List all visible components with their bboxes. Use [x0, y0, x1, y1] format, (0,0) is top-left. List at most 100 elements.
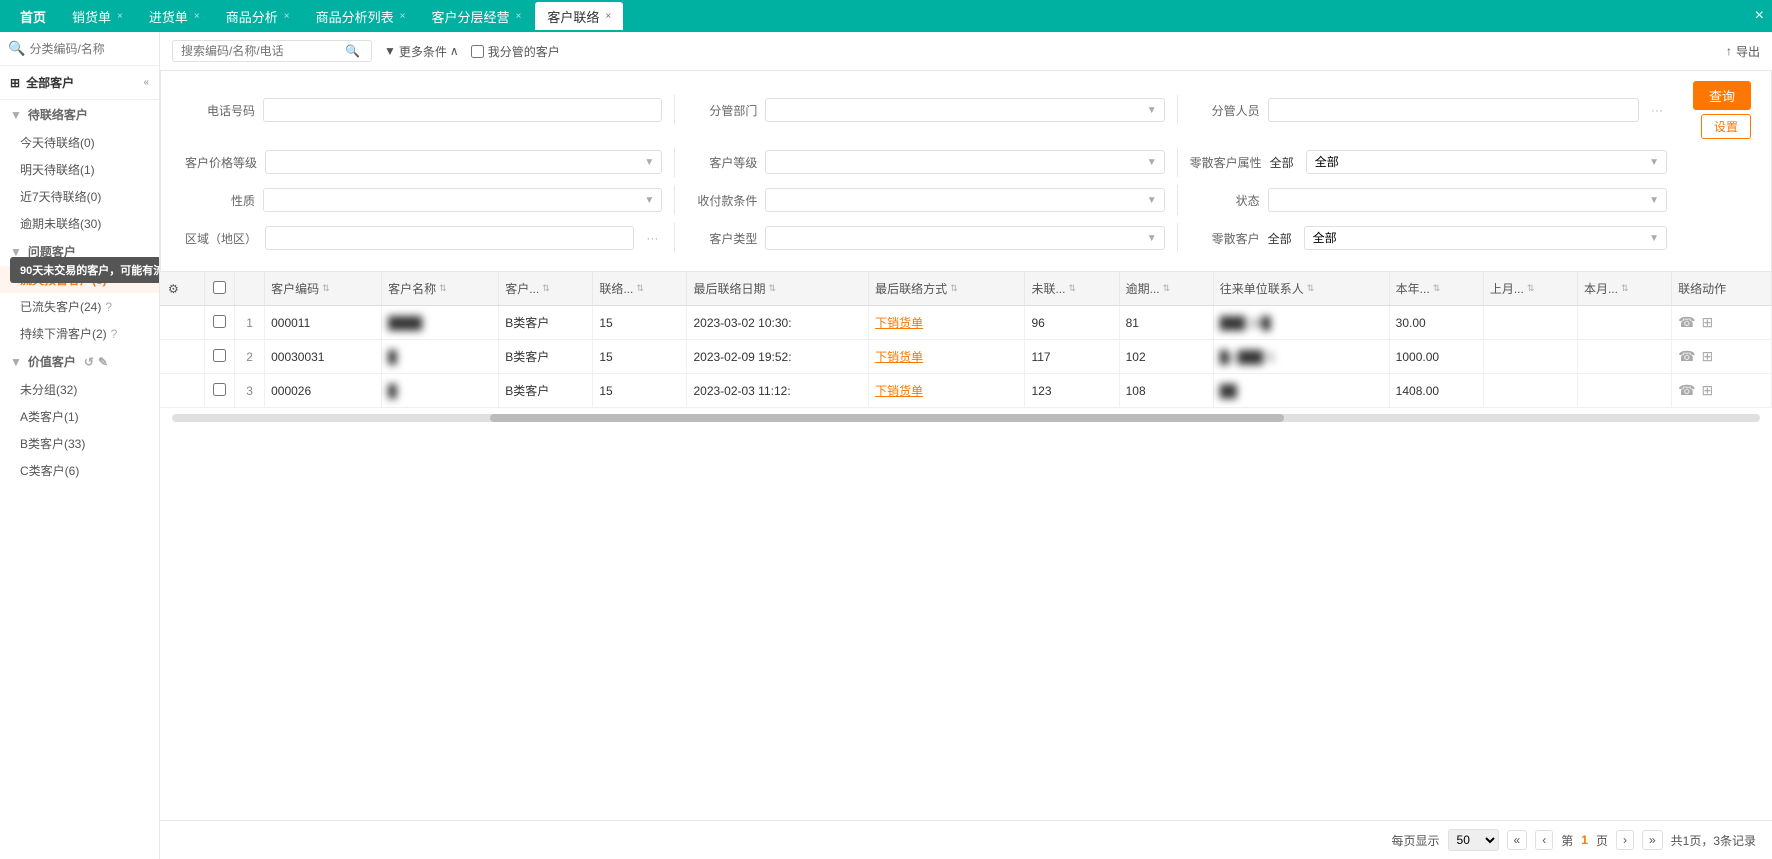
tab-analysis[interactable]: 商品分析 ×	[214, 2, 302, 30]
tab-purchase[interactable]: 进货单 ×	[137, 2, 212, 30]
sidebar-item-today[interactable]: 今天待联络(0)	[0, 129, 159, 156]
sidebar-item-overdue[interactable]: 逾期未联络(30)	[0, 210, 159, 237]
row-checkbox-cell[interactable]	[205, 306, 235, 340]
sidebar-item-week[interactable]: 近7天待联络(0)	[0, 183, 159, 210]
chat-icon-1[interactable]: ☎	[1678, 348, 1695, 365]
last-contact-link-1[interactable]: 下销货单	[875, 350, 923, 364]
close-tab-sales[interactable]: ×	[117, 11, 123, 22]
my-customers-checkbox[interactable]: 我分管的客户	[471, 43, 560, 60]
close-tab-customer-tier[interactable]: ×	[515, 11, 521, 22]
tab-analysis-list[interactable]: 商品分析列表 ×	[304, 2, 418, 30]
my-customers-check[interactable]	[471, 45, 484, 58]
row-checkbox-2[interactable]	[213, 383, 226, 396]
page-next-button[interactable]: ›	[1616, 830, 1634, 850]
horizontal-scrollbar[interactable]	[172, 414, 1760, 422]
filter-search-icon[interactable]: 🔍	[345, 44, 360, 58]
group-value-title[interactable]: ▼ 价值客户 ↺ ✎	[0, 347, 159, 376]
filter-retail-cust-wrap: 全部 ▼	[1304, 226, 1667, 250]
th-gear[interactable]: ⚙	[160, 272, 205, 306]
filter-phone-input[interactable]	[263, 98, 662, 122]
th-overdue[interactable]: 逾期...⇅	[1119, 272, 1213, 306]
filter-payment-select[interactable]	[765, 188, 1164, 212]
sidebar-search-input[interactable]	[29, 42, 151, 56]
sidebar-item-tomorrow[interactable]: 明天待联络(1)	[0, 156, 159, 183]
row-last-contact-method-cell[interactable]: 下销货单	[869, 306, 1025, 340]
th-this-month[interactable]: 本月...⇅	[1577, 272, 1671, 306]
tab-sales[interactable]: 销货单 ×	[60, 2, 135, 30]
grid-icon-2[interactable]: ⊞	[1702, 382, 1714, 399]
last-contact-link-0[interactable]: 下销货单	[875, 316, 923, 330]
row-checkbox-cell[interactable]	[205, 340, 235, 374]
page-prev-button[interactable]: ‹	[1535, 830, 1553, 850]
grid-icon-0[interactable]: ⊞	[1702, 314, 1714, 331]
filter-dept-select[interactable]	[765, 98, 1164, 122]
sidebar-item-a-class[interactable]: A类客户(1)	[0, 403, 159, 430]
filter-search-box[interactable]: 🔍	[172, 40, 372, 62]
settings-button[interactable]: 设置	[1701, 114, 1751, 139]
sidebar-item-ungrouped[interactable]: 未分组(32)	[0, 376, 159, 403]
filter-region-input[interactable]	[265, 226, 634, 250]
last-contact-link-2[interactable]: 下销货单	[875, 384, 923, 398]
chat-icon-0[interactable]: ☎	[1678, 314, 1695, 331]
query-button[interactable]: 查询	[1693, 81, 1751, 110]
tab-customer-contact[interactable]: 客户联络 ×	[535, 2, 623, 30]
per-page-select[interactable]: 50 20 100	[1448, 829, 1499, 851]
scroll-thumb[interactable]	[490, 414, 1284, 422]
th-this-year[interactable]: 本年...⇅	[1389, 272, 1483, 306]
export-button[interactable]: ↑ 导出	[1726, 43, 1760, 60]
refresh-icon-value[interactable]: ↺	[84, 355, 94, 369]
th-uncontacted[interactable]: 未联...⇅	[1025, 272, 1119, 306]
th-code[interactable]: 客户编码⇅	[265, 272, 382, 306]
sidebar-item-lost[interactable]: 已流失客户(24) ?	[0, 293, 159, 320]
filter-cust-tier-select[interactable]	[765, 150, 1164, 174]
group-pending-contact-title[interactable]: ▼ 待联络客户	[0, 100, 159, 129]
more-conditions-toggle[interactable]: ▼ 更多条件 ∧	[384, 43, 459, 60]
filter-retail-cust-select[interactable]: 全部	[1304, 226, 1667, 250]
sidebar-item-declining[interactable]: 持续下滑客户(2) ?	[0, 320, 159, 347]
row-last-month-cell	[1483, 374, 1577, 408]
row-last-contact-method-cell[interactable]: 下销货单	[869, 340, 1025, 374]
group-problem-title[interactable]: ▼ 问题客户 90天未交易的客户，可能有流失风险。	[0, 237, 159, 266]
grid-icon-1[interactable]: ⊞	[1702, 348, 1714, 365]
filter-status-select[interactable]	[1268, 188, 1667, 212]
collapse-icon[interactable]: «	[143, 77, 149, 88]
close-all-button[interactable]: ×	[1755, 7, 1764, 25]
row-checkbox-0[interactable]	[213, 315, 226, 328]
th-last-contact-date[interactable]: 最后联络日期⇅	[687, 272, 869, 306]
th-contact-person[interactable]: 往来单位联系人⇅	[1213, 272, 1389, 306]
close-tab-analysis-list[interactable]: ×	[400, 11, 406, 22]
th-last-month[interactable]: 上月...⇅	[1483, 272, 1577, 306]
th-name[interactable]: 客户名称⇅	[382, 272, 499, 306]
help-icon-declining[interactable]: ?	[111, 327, 118, 341]
scroll-track-area[interactable]	[160, 408, 1772, 428]
sidebar-item-c-class[interactable]: C类客户(6)	[0, 457, 159, 484]
filter-search-input[interactable]	[181, 44, 341, 58]
close-tab-customer-contact[interactable]: ×	[605, 11, 611, 22]
th-last-contact-method[interactable]: 最后联络方式⇅	[869, 272, 1025, 306]
filter-person-dots[interactable]: ···	[1647, 103, 1667, 117]
th-num	[235, 272, 265, 306]
filter-nature-select[interactable]	[263, 188, 662, 212]
sidebar-all-customers[interactable]: ⊞ 全部客户 «	[0, 66, 159, 100]
close-tab-analysis[interactable]: ×	[284, 11, 290, 22]
help-icon-lost[interactable]: ?	[105, 300, 112, 314]
tab-home[interactable]: 首页	[8, 2, 58, 30]
filter-cust-type-select[interactable]	[765, 226, 1164, 250]
edit-icon-value[interactable]: ✎	[98, 355, 108, 369]
th-type[interactable]: 客户...⇅	[499, 272, 593, 306]
chat-icon-2[interactable]: ☎	[1678, 382, 1695, 399]
page-first-button[interactable]: «	[1507, 830, 1528, 850]
row-checkbox-cell[interactable]	[205, 374, 235, 408]
tab-customer-tier[interactable]: 客户分层经营 ×	[419, 2, 533, 30]
close-tab-purchase[interactable]: ×	[194, 11, 200, 22]
row-last-contact-method-cell[interactable]: 下销货单	[869, 374, 1025, 408]
sidebar-item-b-class[interactable]: B类客户(33)	[0, 430, 159, 457]
page-last-button[interactable]: »	[1642, 830, 1663, 850]
filter-region-dots[interactable]: ···	[642, 231, 662, 245]
row-checkbox-1[interactable]	[213, 349, 226, 362]
filter-retail-attr-select[interactable]: 全部	[1306, 150, 1667, 174]
select-all-checkbox[interactable]	[213, 281, 226, 294]
filter-price-tier-select[interactable]	[265, 150, 662, 174]
th-contact[interactable]: 联络...⇅	[593, 272, 687, 306]
filter-person-input[interactable]	[1268, 98, 1639, 122]
